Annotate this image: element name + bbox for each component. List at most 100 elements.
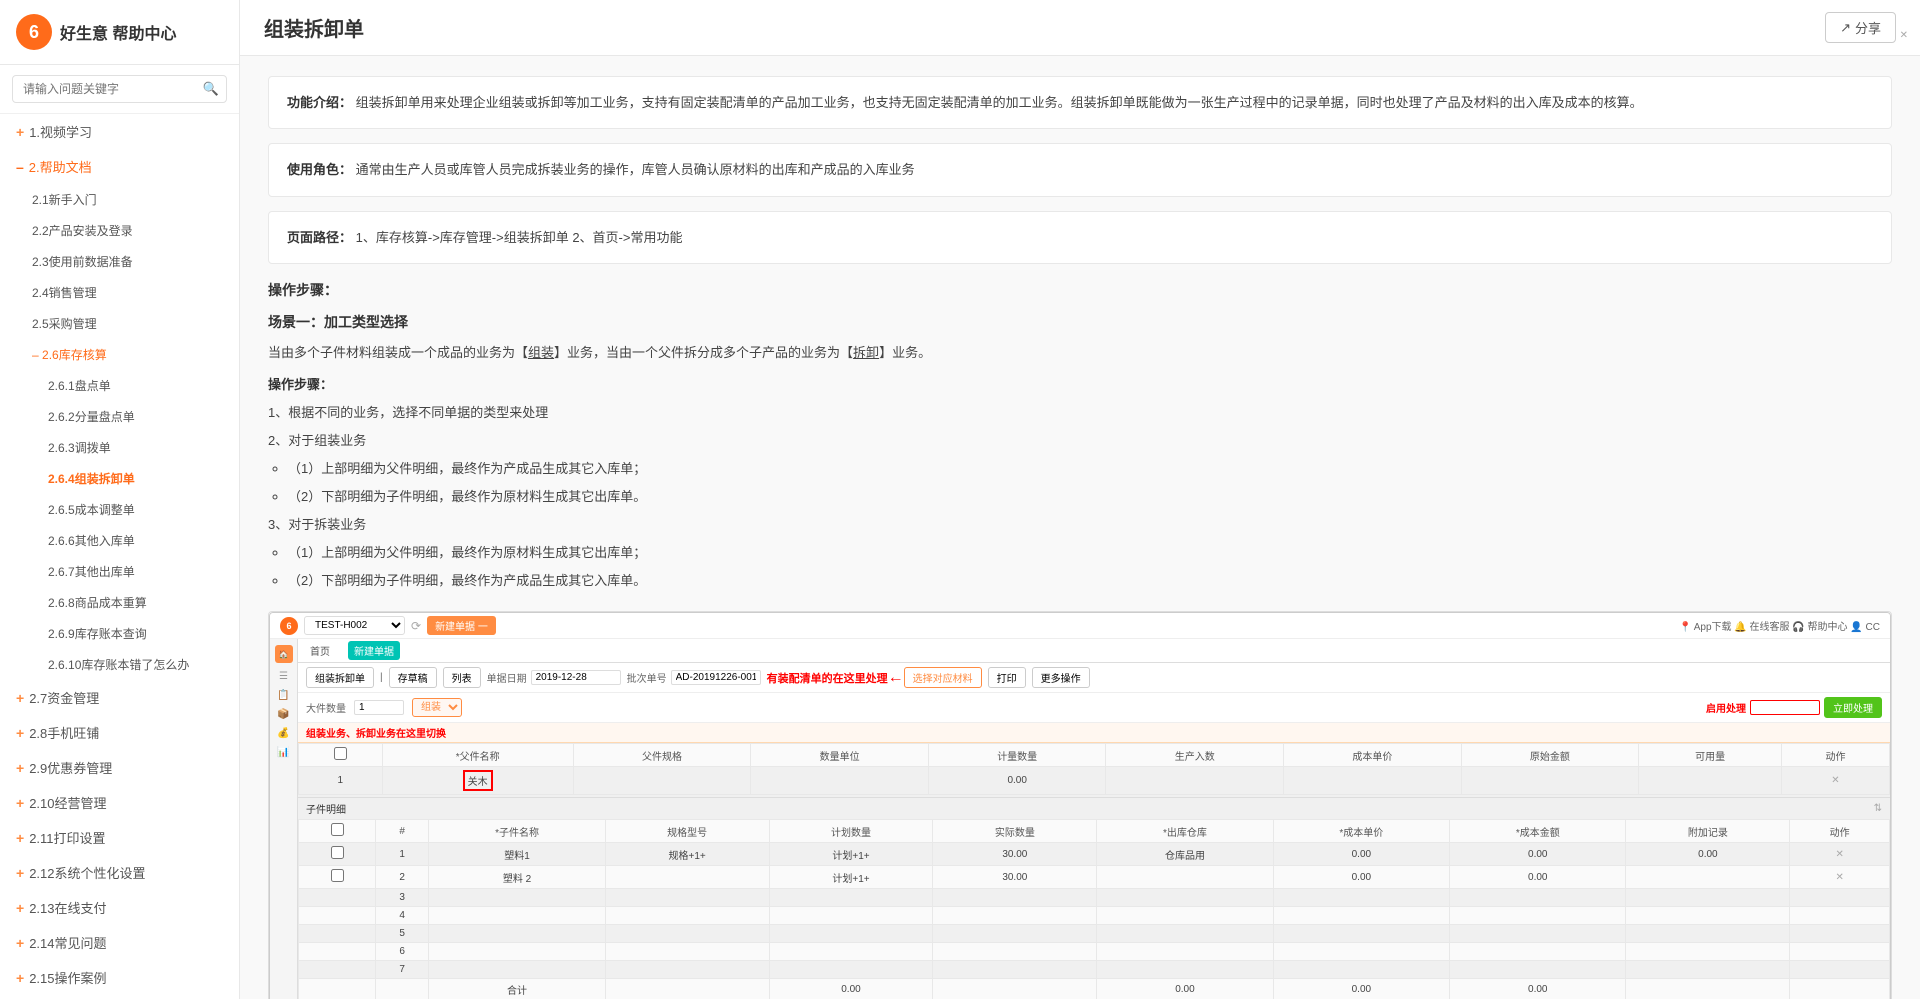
sidebar-item-print[interactable]: + 2.11打印设置	[0, 820, 239, 855]
sidebar-item-label: 2.14常见问题	[29, 933, 106, 952]
sidebar-item-coupon[interactable]: + 2.9优惠券管理	[0, 750, 239, 785]
fake-refresh-icon[interactable]: ⟳	[411, 619, 421, 633]
sidebar-item-label: 2.10经营管理	[29, 793, 106, 812]
sidebar-item-operation[interactable]: + 2.10经营管理	[0, 785, 239, 820]
fake-list-btn[interactable]: 列表	[443, 667, 481, 688]
fake-enable-input[interactable]	[1750, 700, 1820, 715]
fake-sub-th-cost-amount: *成本金额	[1450, 820, 1626, 843]
fake-sub-row2-check[interactable]	[331, 869, 344, 882]
fake-td-unit	[751, 767, 929, 795]
fake-choose-bom-btn[interactable]: 选择对应材料	[904, 667, 982, 688]
fake-th-parent-name: *父件名称	[382, 744, 573, 767]
fake-more-btn[interactable]: 更多操作	[1032, 667, 1090, 688]
fake-sub-th-select	[299, 820, 376, 843]
plus-icon: +	[16, 865, 24, 881]
fake-td-prod-qty	[1106, 767, 1284, 795]
sidebar-item-finance[interactable]: + 2.7资金管理	[0, 680, 239, 715]
sidebar-item-label: 2.15操作案例	[29, 968, 106, 987]
fake-top-left: 6 TEST-H002 ⟳ 新建单据 一	[280, 616, 496, 635]
fake-sub-td-num5: 5	[376, 925, 429, 943]
fake-sub-th-actual-qty: 实际数量	[933, 820, 1097, 843]
share-button[interactable]: ↗ 分享	[1825, 12, 1896, 43]
fake-draft-btn[interactable]: 存草稿	[389, 667, 437, 688]
fake-type-select[interactable]: 组装 拆卸	[412, 698, 462, 717]
search-input[interactable]	[12, 75, 227, 103]
sidebar-item-sales[interactable]: 2.4销售管理	[0, 277, 239, 308]
fake-sub-td-amount2: 0.00	[1450, 866, 1626, 889]
sidebar-item-allot[interactable]: 2.6.3调拨单	[0, 432, 239, 463]
sidebar-item-purchase[interactable]: 2.5采购管理	[0, 308, 239, 339]
sidebar-item-dataprep[interactable]: 2.3使用前数据准备	[0, 246, 239, 277]
sidebar-item-inventory[interactable]: – 2.6库存核算	[0, 339, 239, 370]
fake-th-actions: 动作	[1781, 744, 1889, 767]
plus-icon: +	[16, 830, 24, 846]
fake-upper-table: *父件名称 父件规格 数量单位 计量数量 生产入数 成本单价 原始金额 可用量	[298, 743, 1890, 795]
fake-sub-td-num2: 2	[376, 866, 429, 889]
sidebar-item-other-out[interactable]: 2.6.7其他出库单	[0, 556, 239, 587]
fake-th-cost-price: 成本单价	[1284, 744, 1462, 767]
fake-annotation3-container: 启用处理 立即处理	[1706, 697, 1882, 718]
sidebar-item-assembly[interactable]: 2.6.4组装拆卸单	[0, 463, 239, 494]
fake-print-btn[interactable]: 打印	[988, 667, 1026, 688]
fake-sub-td-actual2: 30.00	[933, 866, 1097, 889]
fake-td-row-num: 1	[299, 767, 383, 795]
fake-sub-th-cost-price: *成本单价	[1273, 820, 1449, 843]
fake-qty-input[interactable]	[354, 700, 404, 715]
sidebar-item-cases[interactable]: + 2.15操作案例	[0, 960, 239, 995]
fake-sub-select-all[interactable]	[331, 823, 344, 836]
fake-rail-home[interactable]: 🏠	[275, 645, 293, 663]
fake-select-all[interactable]	[334, 747, 347, 760]
search-icon: 🔍	[203, 81, 219, 97]
content-area: 功能介绍： 组装拆卸单用来处理企业组装或拆卸等加工业务，支持有固定装配清单的产品…	[240, 56, 1920, 999]
fake-sub-expand-icon[interactable]: ⇅	[1874, 803, 1882, 814]
sidebar-item-stock-error[interactable]: 2.6.10库存账本错了怎么办	[0, 649, 239, 680]
fake-date-input[interactable]	[531, 670, 621, 685]
fake-sub-header-label: 子件明细	[306, 801, 346, 816]
fake-sub-row1-del[interactable]: ✕	[1835, 849, 1843, 860]
sidebar-item-stock-query[interactable]: 2.6.9库存账本查询	[0, 618, 239, 649]
fake-company-select[interactable]: TEST-H002	[304, 616, 405, 635]
sidebar-item-goods-cost[interactable]: 2.6.8商品成本重算	[0, 587, 239, 618]
sidebar-item-mobile[interactable]: + 2.8手机旺铺	[0, 715, 239, 750]
app-title: 好生意 帮助中心	[60, 20, 176, 44]
sidebar-item-stocktake[interactable]: 2.6.1盘点单	[0, 370, 239, 401]
fake-left-rail: 🏠 ☰ 📋 📦 💰 📊	[270, 639, 298, 999]
fake-sub-td-amount1: 0.00	[1450, 843, 1626, 866]
ops-title: 操作步骤：	[268, 280, 1892, 300]
plus-icon: +	[16, 900, 24, 916]
sidebar-item-split-check[interactable]: 2.6.2分量盘点单	[0, 401, 239, 432]
table-row: 3	[299, 889, 1890, 907]
fake-tab-new-order[interactable]: 新建单据	[348, 641, 400, 660]
sidebar-item-settings[interactable]: + 2.12系统个性化设置	[0, 855, 239, 890]
table-row: 5	[299, 925, 1890, 943]
fake-confirm-btn[interactable]: 立即处理	[1824, 697, 1882, 718]
fake-sub-th-plan-qty: 计划数量	[769, 820, 933, 843]
fake-sub-row1-check[interactable]	[331, 846, 344, 859]
fake-tab-home[interactable]: 首页	[304, 641, 336, 660]
sidebar-item-other-in[interactable]: 2.6.6其他入库单	[0, 525, 239, 556]
sidebar-item-cost-adjust[interactable]: 2.6.5成本调整单	[0, 494, 239, 525]
sidebar-item-newbie[interactable]: 2.1新手入门	[0, 184, 239, 215]
fake-sub-row2-del[interactable]: ✕	[1835, 872, 1843, 883]
func-text: 组装拆卸单用来处理企业组装或拆卸等加工业务，支持有固定装配清单的产品加工业务，也…	[356, 95, 1643, 110]
table-row: 6	[299, 943, 1890, 961]
path-label: 页面路径：	[287, 230, 352, 245]
fake-top-right: 📍 App下载 🔔 在线客服 🎧 帮助中心 👤 CC	[1679, 618, 1880, 633]
sidebar-item-install[interactable]: 2.2产品安装及登录	[0, 215, 239, 246]
fake-doc-type-btn[interactable]: 组装拆卸单	[306, 667, 374, 688]
table-row: 7	[299, 961, 1890, 979]
sidebar-item-docs[interactable]: – 2.帮助文档	[0, 149, 239, 184]
sidebar-item-faq[interactable]: + 2.14常见问题	[0, 925, 239, 960]
fake-row-action[interactable]: ✕	[1831, 775, 1839, 786]
fake-sub-td-cost2: 0.00	[1273, 866, 1449, 889]
fake-doc-type-text: 组装拆卸单	[315, 674, 365, 685]
sidebar-item-video[interactable]: + 1.视频学习	[0, 114, 239, 149]
fake-batch-input[interactable]	[671, 670, 761, 685]
sidebar-item-payment[interactable]: + 2.13在线支付	[0, 890, 239, 925]
step-2: 2、对于组装业务	[268, 427, 1892, 455]
fake-new-order-btn[interactable]: 新建单据 一	[427, 616, 496, 635]
table-row: 4	[299, 907, 1890, 925]
fake-sub-td-actions1: ✕	[1790, 843, 1890, 866]
fake-sub-th-spec: 规格型号	[605, 820, 769, 843]
fake-lower-section: 子件明细 ⇅ # *子件名称 规格型号	[298, 797, 1890, 999]
